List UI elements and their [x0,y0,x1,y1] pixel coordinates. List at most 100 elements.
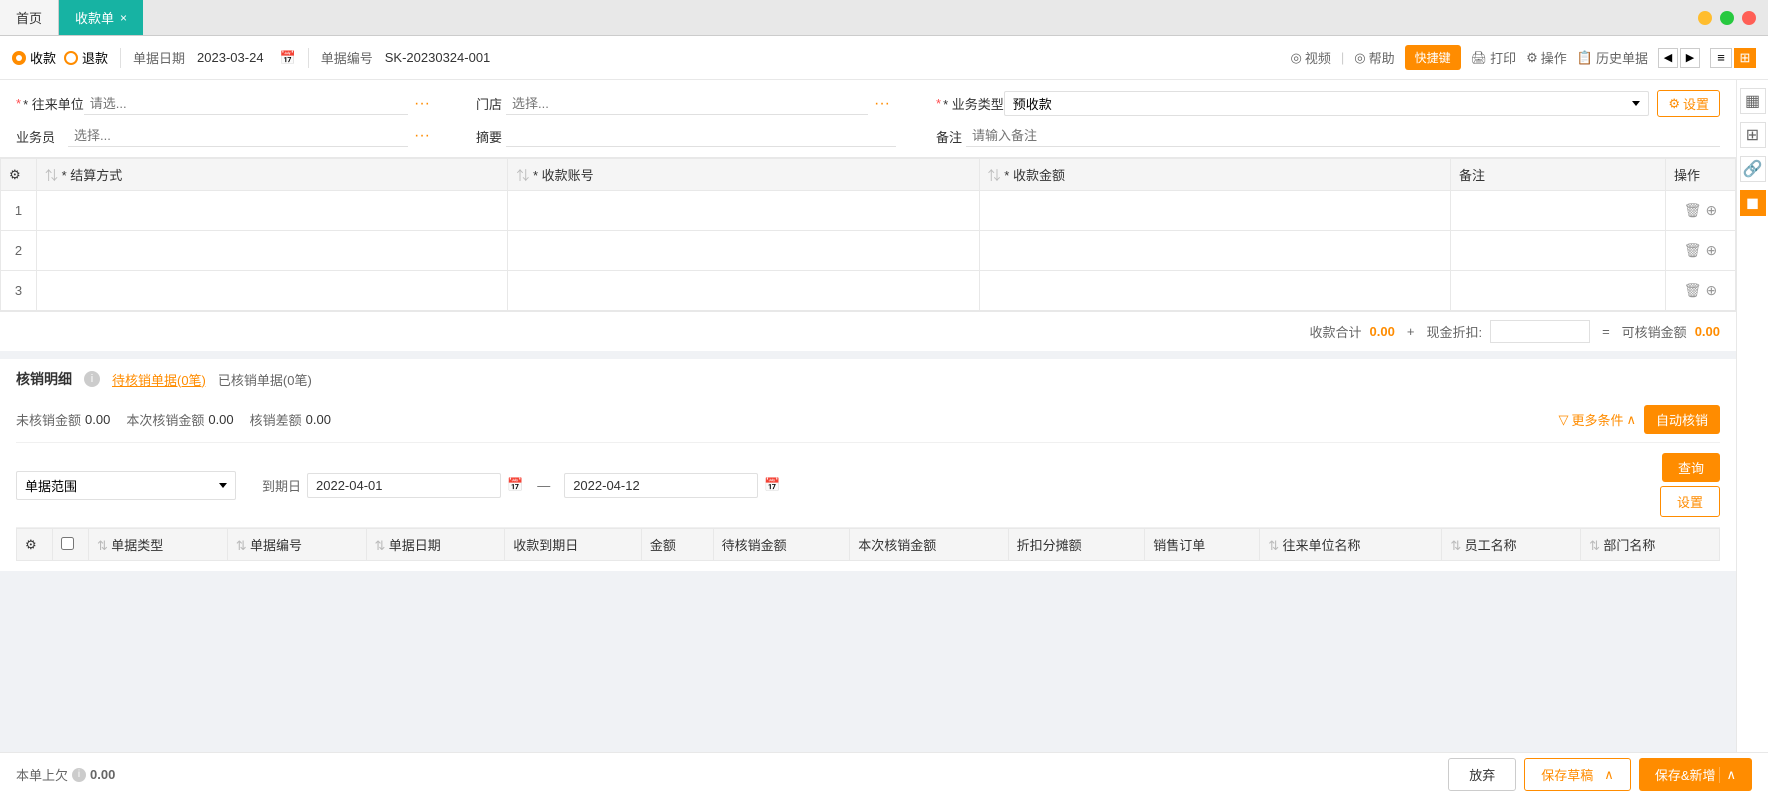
video-link[interactable]: ◎ 视频 [1290,48,1330,67]
tab-close-icon[interactable]: × [120,11,127,25]
settings-label: 设置 [1683,94,1709,113]
save-draft-button[interactable]: 保存草稿 ∧ [1524,758,1631,791]
radio-shoukuan[interactable]: 收款 [12,48,56,67]
toolbar-right: ◎ 视频 | ◎ 帮助 快捷键 🖨 打印 ⚙ 操作 📋 历史单据 ◀ [1290,45,1756,70]
counterpart-input[interactable] [84,93,408,115]
lower-col-checkbox[interactable] [53,529,89,561]
select-all-checkbox[interactable] [61,537,74,550]
remark-input[interactable] [966,125,1720,147]
settings-icon: ⚙ [9,167,21,182]
radio-tuikuan[interactable]: 退款 [64,48,108,67]
unverified-label: 未核销金额 [16,410,81,429]
help-link[interactable]: ◎ 帮助 [1354,48,1394,67]
date-range-select[interactable]: 单据范围 [16,471,236,500]
print-link[interactable]: 🖨 打印 [1471,48,1517,67]
minimize-button[interactable] [1698,11,1712,25]
row-1-delete-icon[interactable]: 🗑 [1684,202,1702,219]
discount-input[interactable] [1490,320,1590,343]
counterpart-more-icon[interactable]: ··· [408,95,436,113]
cal-from-icon[interactable]: 📅 [507,477,523,493]
current-label: 本次核销金额 [126,410,204,429]
list-view-icon[interactable]: ≡ [1710,48,1732,68]
col-settings-header[interactable]: ⚙ [1,159,37,191]
history-icon: 📋 [1577,50,1593,66]
store-group: 门店 ··· [476,93,896,115]
col-account-header: ⇅ * 收款账号 [508,159,979,191]
sidebar-icon-4[interactable]: ◼ [1740,190,1766,216]
done-tab[interactable]: 已核销单据(0笔) [218,370,312,389]
business-label: * 业务类型 [943,94,1004,113]
business-settings-button[interactable]: ⚙ 设置 [1657,90,1720,117]
sidebar-icon-3[interactable]: 🔗 [1740,156,1766,182]
row-3-settlement[interactable] [37,271,508,311]
row-1-copy-icon[interactable]: ⊕ [1706,202,1718,219]
history-link[interactable]: 📋 历史单据 [1577,48,1648,67]
shortcut-button[interactable]: 快捷键 [1405,45,1461,70]
date-from-input[interactable] [307,473,501,498]
row-1-settlement[interactable] [37,191,508,231]
auto-writeoff-button[interactable]: 自动核销 [1644,405,1720,434]
tab-bar: 首页 收款单 × [0,0,1768,36]
more-conditions-btn[interactable]: ▽ 更多条件 ∧ [1558,410,1636,429]
business-type-select[interactable]: 预收款 [1004,91,1650,116]
row-3-delete-icon[interactable]: 🗑 [1684,282,1702,299]
table-row: 1 🗑 ⊕ [1,191,1736,231]
operations-link[interactable]: ⚙ 操作 [1526,48,1567,67]
maximize-button[interactable] [1720,11,1734,25]
tab-home[interactable]: 首页 [0,0,59,35]
staff-input[interactable] [68,125,408,147]
row-3-account[interactable] [508,271,979,311]
date-to-input[interactable] [564,473,758,498]
diff-stat: 核销差额 0.00 [250,410,331,429]
pending-tab[interactable]: 待核销单据(0笔) [112,370,206,389]
cal-to-icon[interactable]: 📅 [764,477,780,493]
lower-col-current-verify: 本次核销金额 [850,529,1008,561]
row-3-remark[interactable] [1450,271,1665,311]
settings-button[interactable]: 设置 [1660,486,1720,517]
main-container: 收款 退款 单据日期 2023-03-24 📅 单据编号 SK-20230324… [0,36,1768,796]
query-button[interactable]: 查询 [1662,453,1720,482]
list-view-buttons: ≡ ⊞ [1710,48,1756,68]
plus-sign: + [1407,324,1415,339]
number-label: 单据编号 [321,48,373,67]
row-1-amount[interactable] [979,191,1450,231]
staff-more-icon[interactable]: ··· [408,127,436,145]
staff-group: 业务员 ··· [16,125,436,147]
row-2-amount[interactable] [979,231,1450,271]
nav-prev[interactable]: ◀ [1658,48,1678,68]
verify-value: 0.00 [1695,324,1720,339]
date-icon[interactable]: 📅 [280,50,296,66]
operations-icon: ⚙ [1526,50,1538,66]
row-2-delete-icon[interactable]: 🗑 [1684,242,1702,259]
lower-col-settings[interactable]: ⚙ [17,529,53,561]
info-icon[interactable]: i [84,371,100,387]
help-icon: ◎ [1354,50,1365,66]
close-button[interactable] [1742,11,1756,25]
total-value: 0.00 [1370,324,1395,339]
sidebar-icon-1[interactable]: ▦ [1740,88,1766,114]
form-content: * * 往来单位 ··· 门店 ··· * * 业务类型 [0,80,1736,752]
grid-view-icon[interactable]: ⊞ [1734,48,1756,68]
row-2-settlement[interactable] [37,231,508,271]
staff-label: 业务员 [16,127,68,146]
data-table: ⚙ ⇅ * 结算方式 ⇅ * 收款账号 ⇅ * 收款金额 备注 操作 1 [0,158,1736,311]
row-2-account[interactable] [508,231,979,271]
table-row: 2 🗑 ⊕ [1,231,1736,271]
tab-active[interactable]: 收款单 × [59,0,143,35]
row-3-amount[interactable] [979,271,1450,311]
abandon-button[interactable]: 放弃 [1448,758,1516,791]
summary-input[interactable] [506,125,896,147]
nav-next[interactable]: ▶ [1680,48,1700,68]
lower-col-discount: 折扣分摊额 [1008,529,1145,561]
row-1-account[interactable] [508,191,979,231]
date-range-row: 单据范围 到期日 📅 — 📅 查询 设置 [16,443,1720,528]
right-sidebar: ▦ ⊞ 🔗 ◼ [1736,80,1768,752]
store-more-icon[interactable]: ··· [868,95,896,113]
row-2-copy-icon[interactable]: ⊕ [1706,242,1718,259]
sidebar-icon-2[interactable]: ⊞ [1740,122,1766,148]
row-2-remark[interactable] [1450,231,1665,271]
store-input[interactable] [506,93,868,115]
save-new-button[interactable]: 保存&新增 ∧ [1639,758,1752,791]
row-3-copy-icon[interactable]: ⊕ [1706,282,1718,299]
row-1-remark[interactable] [1450,191,1665,231]
